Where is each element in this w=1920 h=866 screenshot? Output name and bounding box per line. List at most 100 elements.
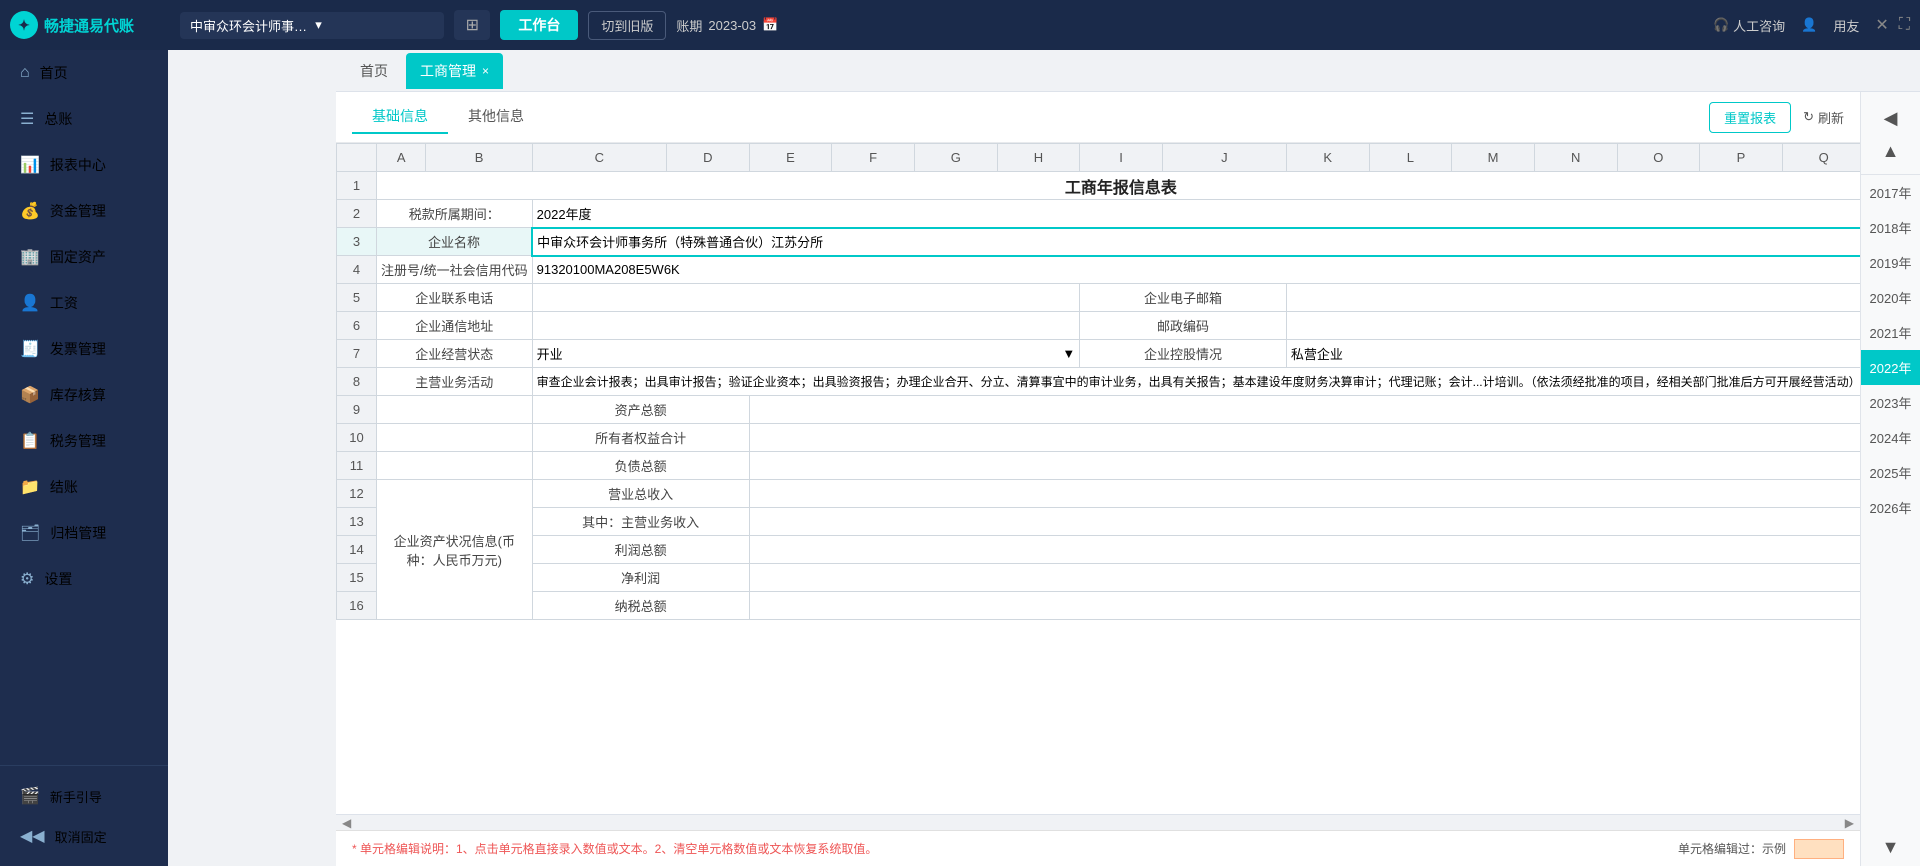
col-header-f: F <box>832 144 915 172</box>
sidebar-item-finance[interactable]: 💰 资金管理 <box>0 188 168 234</box>
sidebar-item-invoice[interactable]: 🧾 发票管理 <box>0 326 168 372</box>
period-label: 账期 <box>676 16 702 35</box>
logo-icon: ✦ <box>10 11 38 39</box>
guide-icon: 🎬 <box>20 786 40 806</box>
h-scroll-inner[interactable] <box>357 818 1839 828</box>
cell-profit-value[interactable] <box>749 536 1860 564</box>
row-num-2: 2 <box>337 200 377 228</box>
sidebar-item-home[interactable]: ⌂ 首页 <box>0 50 168 96</box>
row-num-11: 11 <box>337 452 377 480</box>
year-item-2018[interactable]: 2018年 <box>1861 210 1920 245</box>
cell-revenue-value[interactable] <box>749 480 1860 508</box>
close-button[interactable]: ✕ <box>1875 15 1888 35</box>
company-selector[interactable]: 中审众环会计师事务所（特殊普通合伙... ▾ <box>180 12 444 39</box>
col-header-h: H <box>997 144 1080 172</box>
sidebar-item-report[interactable]: 📊 报表中心 <box>0 142 168 188</box>
cell-period-value[interactable]: 2022年度 <box>532 200 1860 228</box>
cell-company-value[interactable]: 中审众环会计师事务所（特殊普通合伙）江苏分所 <box>532 228 1860 256</box>
cell-email-value[interactable] <box>1286 284 1860 312</box>
cell-phone-value[interactable] <box>532 284 1080 312</box>
chevron-down-icon: ▾ <box>315 17 434 33</box>
window-controls: ✕ ⛶ <box>1875 15 1910 35</box>
sub-tabs-right: 重置报表 ↻ 刷新 <box>1709 102 1844 133</box>
table-row: 13 其中：主营业务收入 <box>337 508 1861 536</box>
year-up-button[interactable]: ▲ <box>1878 137 1904 166</box>
company-name-display: 中审众环会计师事务所（特殊普通合伙... <box>190 16 309 35</box>
cell-title[interactable]: 工商年报信息表 <box>377 172 1861 200</box>
inventory-icon: 📦 <box>20 385 40 405</box>
sidebar-item-close[interactable]: 📁 结账 <box>0 464 168 510</box>
year-down-button[interactable]: ▼ <box>1878 833 1904 866</box>
consult-icon: 🎧 <box>1713 17 1729 33</box>
row-num-6: 6 <box>337 312 377 340</box>
refresh-button[interactable]: ↻ 刷新 <box>1803 108 1844 127</box>
cell-business-value[interactable]: 审查企业会计报表；出具审计报告；验证企业资本；出具验资报告；办理企业合开、分立、… <box>532 368 1860 396</box>
old-version-button[interactable]: 切到旧版 <box>588 11 666 40</box>
sidebar-item-guide[interactable]: 🎬 新手引导 <box>0 776 168 816</box>
table-row: 11 负债总额 <box>337 452 1861 480</box>
cell-assets-value[interactable] <box>749 396 1860 424</box>
consult-link[interactable]: 🎧 人工咨询 <box>1713 16 1785 35</box>
year-item-2025[interactable]: 2025年 <box>1861 455 1920 490</box>
cell-postal-label: 邮政编码 <box>1080 312 1287 340</box>
year-item-2020[interactable]: 2020年 <box>1861 280 1920 315</box>
cell-tax-value[interactable] <box>749 592 1860 620</box>
scroll-right-btn[interactable]: ▶ <box>1839 816 1860 830</box>
reset-button[interactable]: 重置报表 <box>1709 102 1791 133</box>
cell-reg-value[interactable]: 91320100MA208E5W6K <box>532 256 1860 284</box>
table-row: 15 净利润 <box>337 564 1861 592</box>
sidebar-item-ledger[interactable]: ☰ 总账 <box>0 96 168 142</box>
tab-business[interactable]: 工商管理 × <box>406 53 503 89</box>
spreadsheet-wrapper[interactable]: A B C D E F G H I J K L <box>336 143 1860 814</box>
workbench-button[interactable]: 工作台 <box>500 10 578 40</box>
company-icon-btn[interactable]: ⊞ <box>454 10 490 40</box>
cell-main-revenue-value[interactable] <box>749 508 1860 536</box>
sidebar-item-unpin[interactable]: ◀◀ 取消固定 <box>0 816 168 856</box>
year-item-2022[interactable]: 2022年 <box>1861 350 1920 385</box>
sidebar-item-tax[interactable]: 📋 税务管理 <box>0 418 168 464</box>
cell-equity-value[interactable] <box>749 424 1860 452</box>
calendar-icon[interactable]: 📅 <box>762 17 778 33</box>
sidebar-item-inventory[interactable]: 📦 库存核算 <box>0 372 168 418</box>
sub-tab-other[interactable]: 其他信息 <box>448 100 544 134</box>
sidebar-label-close: 结账 <box>50 477 78 497</box>
sidebar-label-archive: 归档管理 <box>50 523 106 543</box>
panel-collapse-button[interactable]: ◀ <box>1880 104 1902 133</box>
cell-ownership-value[interactable]: 私营企业 <box>1286 340 1860 368</box>
tab-close-button[interactable]: × <box>482 64 489 78</box>
user-icon: 👤 <box>1801 17 1817 33</box>
cell-postal-value[interactable] <box>1286 312 1860 340</box>
cell-main-revenue-label: 其中：主营业务收入 <box>532 508 749 536</box>
col-header-b: B <box>426 144 532 172</box>
sidebar-item-archive[interactable]: 🗂 归档管理 <box>0 510 168 556</box>
sidebar-label-report: 报表中心 <box>50 155 106 175</box>
scroll-left-btn[interactable]: ◀ <box>336 816 357 830</box>
cell-status-value[interactable]: 开业 ▼ <box>532 340 1080 368</box>
year-item-2023[interactable]: 2023年 <box>1861 385 1920 420</box>
sub-tab-basic[interactable]: 基础信息 <box>352 100 448 134</box>
col-header-c: C <box>532 144 666 172</box>
row-num-7: 7 <box>337 340 377 368</box>
year-item-2021[interactable]: 2021年 <box>1861 315 1920 350</box>
year-item-2024[interactable]: 2024年 <box>1861 420 1920 455</box>
cell-equity-label: 所有者权益合计 <box>532 424 749 452</box>
col-header-row <box>337 144 377 172</box>
col-header-n: N <box>1534 144 1617 172</box>
h-scrollbar[interactable]: ◀ ▶ <box>336 814 1860 830</box>
sidebar-label-home: 首页 <box>40 63 68 83</box>
year-item-2026[interactable]: 2026年 <box>1861 490 1920 525</box>
cell-business-label: 主营业务活动 <box>377 368 533 396</box>
year-item-2017[interactable]: 2017年 <box>1861 175 1920 210</box>
cell-net-profit-value[interactable] <box>749 564 1860 592</box>
cell-liability-value[interactable] <box>749 452 1860 480</box>
cell-address-value[interactable] <box>532 312 1080 340</box>
tab-bar: 首页 工商管理 × <box>336 50 1920 92</box>
sub-tabs-left: 基础信息 其他信息 <box>352 100 544 134</box>
sidebar-item-settings[interactable]: ⚙ 设置 <box>0 556 168 602</box>
sidebar-item-assets[interactable]: 🏢 固定资产 <box>0 234 168 280</box>
expand-button[interactable]: ⛶ <box>1899 16 1910 34</box>
year-item-2019[interactable]: 2019年 <box>1861 245 1920 280</box>
user-label[interactable]: 用友 <box>1833 16 1859 35</box>
tab-home[interactable]: 首页 <box>346 53 402 89</box>
sidebar-item-salary[interactable]: 👤 工资 <box>0 280 168 326</box>
